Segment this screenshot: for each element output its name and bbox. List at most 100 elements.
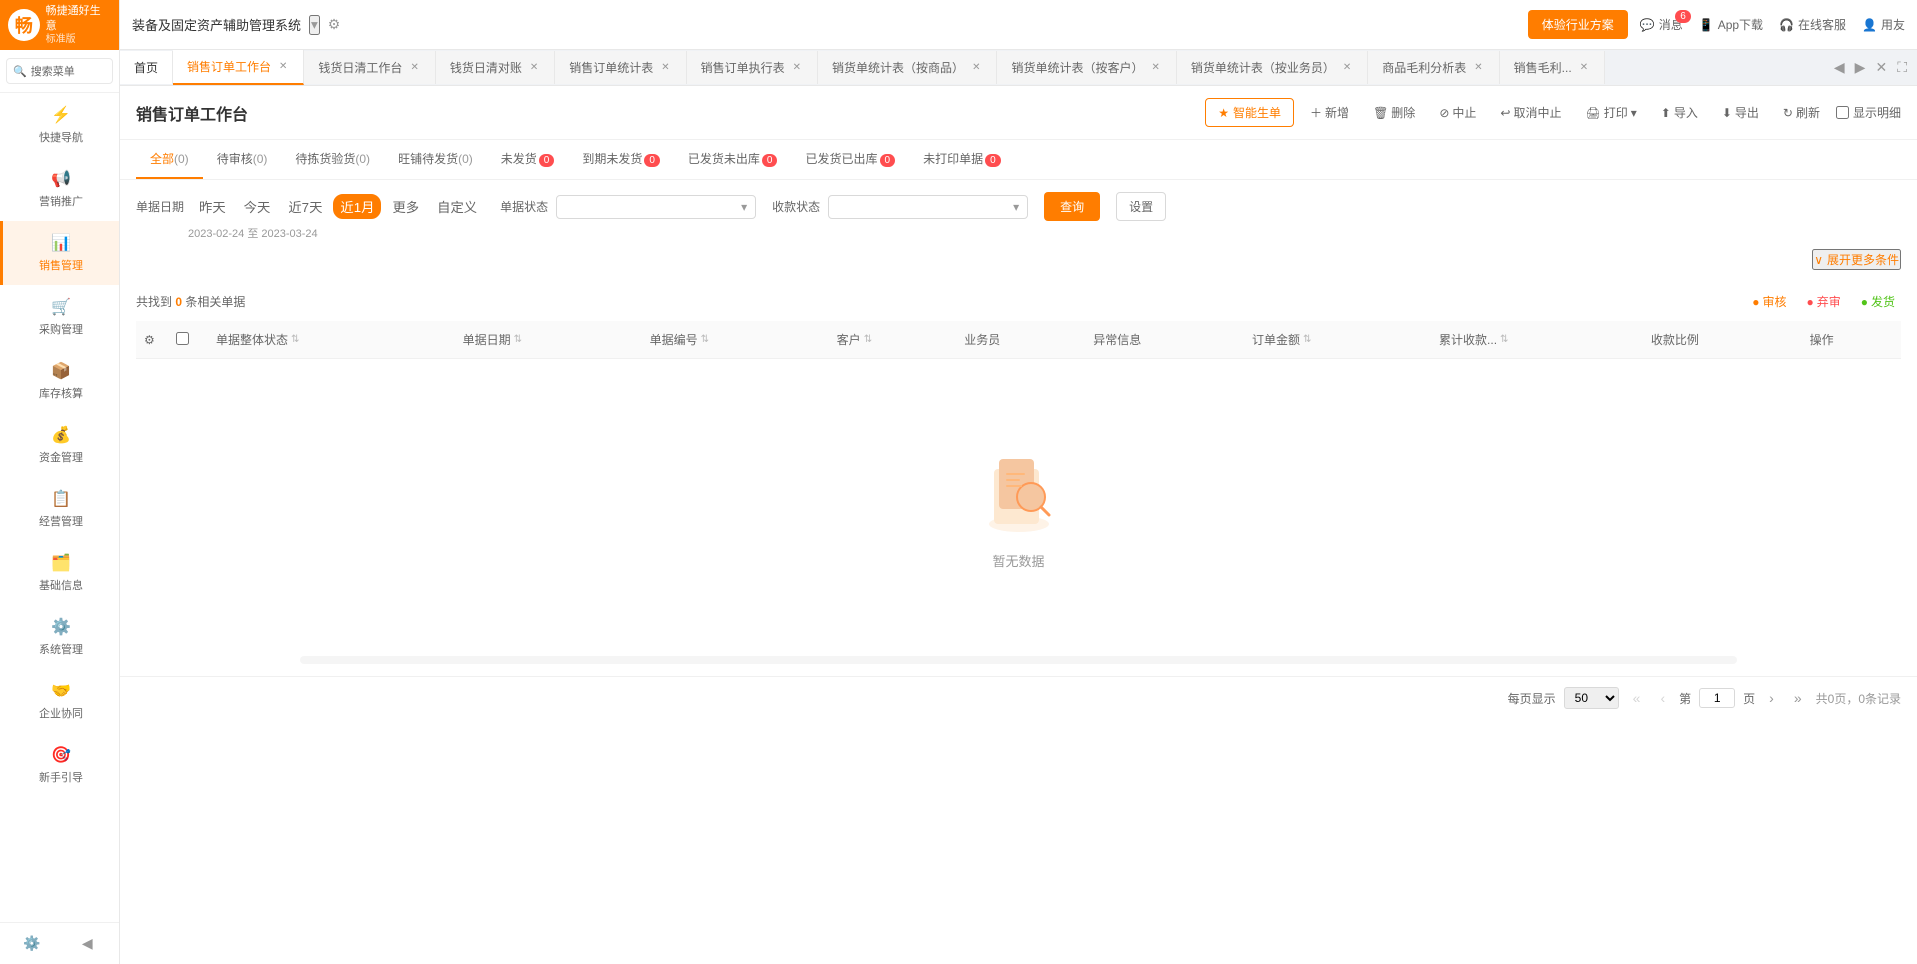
tab-sales-summary-staff[interactable]: 销货单统计表（按业务员） ✕ <box>1177 51 1368 84</box>
cancel-stop-button[interactable]: ↩ 取消中止 <box>1492 99 1569 126</box>
tab-close-sales-stats[interactable]: ✕ <box>659 61 671 74</box>
filter-tab-shipped-out[interactable]: 已发货已出库0 <box>791 140 909 179</box>
tab-product-margin[interactable]: 商品毛利分析表 ✕ <box>1368 51 1499 84</box>
sidebar-item-marketing[interactable]: 📢 营销推广 <box>0 157 119 221</box>
table-settings-icon[interactable]: ⚙ <box>144 333 155 347</box>
collapse-sidebar-button[interactable]: ◀ <box>64 931 112 956</box>
tab-close-cash-daily[interactable]: ✕ <box>408 61 420 74</box>
filter-tab-expired-not-shipped[interactable]: 到期未发货0 <box>568 140 674 179</box>
tab-prev-button[interactable]: ◀ <box>1830 55 1849 80</box>
export-button[interactable]: ⬇ 导出 <box>1714 99 1767 126</box>
tab-close-cash-goods[interactable]: ✕ <box>528 61 540 74</box>
refresh-button[interactable]: ↻ 刷新 <box>1775 99 1828 126</box>
tab-cash-daily[interactable]: 钱货日清工作台 ✕ <box>304 51 435 84</box>
tab-sales-workbench[interactable]: 销售订单工作台 ✕ <box>173 50 304 85</box>
tab-close-summary-staff[interactable]: ✕ <box>1341 61 1353 74</box>
date-btn-1month[interactable]: 近1月 <box>333 194 381 219</box>
sidebar-item-quick-nav[interactable]: ⚡ 快捷导航 <box>0 93 119 157</box>
stop-button[interactable]: ⊘ 中止 <box>1431 99 1484 126</box>
logo-text: 畅捷通好生意 标准版 <box>46 4 111 46</box>
batch-approve-button[interactable]: ● 审核 <box>1746 290 1792 313</box>
sort-customer[interactable]: 客户 ⇅ <box>837 331 949 348</box>
tab-close-current-button[interactable]: ✕ <box>1871 55 1891 80</box>
sidebar-item-basic[interactable]: 🗂️ 基础信息 <box>0 541 119 605</box>
filter-tab-not-shipped[interactable]: 未发货0 <box>487 140 569 179</box>
expand-conditions-button[interactable]: ∨ 展开更多条件 <box>1812 249 1901 270</box>
tab-sales-summary-product[interactable]: 销货单统计表（按商品） ✕ <box>818 51 997 84</box>
filter-tab-not-printed[interactable]: 未打印单据0 <box>909 140 1015 179</box>
filter-tab-pending-review[interactable]: 待审核(0) <box>203 140 282 179</box>
system-dropdown-button[interactable]: ▾ <box>309 15 320 35</box>
sort-status[interactable]: 单据整体状态 ⇅ <box>216 331 447 348</box>
show-detail-checkbox[interactable]: 显示明细 <box>1836 104 1901 121</box>
sidebar-item-finance[interactable]: 💰 资金管理 <box>0 413 119 477</box>
tab-close-summary-customer[interactable]: ✕ <box>1149 61 1161 74</box>
finance-icon: 💰 <box>51 425 71 445</box>
status-select[interactable]: ▾ <box>556 195 756 219</box>
setting-button[interactable]: 设置 <box>1116 192 1166 221</box>
tab-expand-button[interactable]: ⛶ <box>1893 55 1911 80</box>
status-filter-field: 单据状态 ▾ <box>500 195 756 219</box>
delete-button[interactable]: 🗑 删除 <box>1365 99 1423 126</box>
select-all-checkbox[interactable] <box>176 332 189 345</box>
print-button[interactable]: 🖨 打印 ▾ <box>1577 99 1644 126</box>
sort-number[interactable]: 单据编号 ⇅ <box>650 331 821 348</box>
date-btn-today[interactable]: 今天 <box>237 194 278 219</box>
next-page-button[interactable]: › <box>1763 687 1780 709</box>
page-title: 销售订单工作台 <box>136 101 248 125</box>
batch-ship-button[interactable]: ● 发货 <box>1855 290 1901 313</box>
message-button[interactable]: 💬 消息 6 <box>1640 16 1683 33</box>
tab-sales-stats[interactable]: 销售订单统计表 ✕ <box>555 51 686 84</box>
tab-close-sales-more[interactable]: ✕ <box>1578 61 1590 74</box>
sidebar-item-sales[interactable]: 📊 销售管理 <box>0 221 119 285</box>
query-button[interactable]: 查询 <box>1044 192 1100 221</box>
search-menu-button[interactable]: 🔍 搜索菜单 <box>6 58 113 84</box>
horizontal-scrollbar[interactable] <box>300 656 1738 664</box>
tab-sales-more[interactable]: 销售毛利... ✕ <box>1500 51 1605 84</box>
show-detail-input[interactable] <box>1836 106 1849 119</box>
online-service-button[interactable]: 🎧 在线客服 <box>1779 16 1846 33</box>
sidebar-item-guide[interactable]: 🎯 新手引导 <box>0 733 119 797</box>
filter-tab-shipped-not-out[interactable]: 已发货未出库0 <box>674 140 792 179</box>
add-button[interactable]: ＋ 新增 <box>1302 99 1357 126</box>
sort-date[interactable]: 单据日期 ⇅ <box>463 331 634 348</box>
sidebar-item-operation[interactable]: 📋 经营管理 <box>0 477 119 541</box>
sidebar-item-cooperation[interactable]: 🤝 企业协同 <box>0 669 119 733</box>
smart-create-button[interactable]: ★ 智能生单 <box>1205 98 1294 127</box>
tab-sales-exec[interactable]: 销售订单执行表 ✕ <box>687 51 818 84</box>
prev-page-button[interactable]: ‹ <box>1654 687 1671 709</box>
date-btn-yesterday[interactable]: 昨天 <box>192 194 233 219</box>
filter-tab-all[interactable]: 全部(0) <box>136 140 203 179</box>
page-size-select[interactable]: 50 10 20 100 <box>1564 687 1619 709</box>
filter-tab-pending-inspect[interactable]: 待拣货验货(0) <box>281 140 384 179</box>
tab-close-sales-exec[interactable]: ✕ <box>791 61 803 74</box>
filter-tab-wangpu[interactable]: 旺铺待发货(0) <box>384 140 487 179</box>
sidebar-item-system[interactable]: ⚙️ 系统管理 <box>0 605 119 669</box>
tab-next-button[interactable]: ▶ <box>1851 55 1870 80</box>
user-menu-button[interactable]: 👤 用友 <box>1862 16 1905 33</box>
batch-reject-button[interactable]: ● 弃审 <box>1800 290 1846 313</box>
app-download-button[interactable]: 📱 App下载 <box>1699 16 1763 33</box>
date-btn-7days[interactable]: 近7天 <box>281 194 329 219</box>
page-number-input[interactable] <box>1699 688 1735 708</box>
tab-sales-summary-customer[interactable]: 销货单统计表（按客户） ✕ <box>997 51 1176 84</box>
tab-cash-goods[interactable]: 钱货日清对账 ✕ <box>436 51 555 84</box>
tab-close-sales-workbench[interactable]: ✕ <box>277 60 289 73</box>
import-button[interactable]: ⬆ 导入 <box>1653 99 1706 126</box>
tab-close-product-margin[interactable]: ✕ <box>1472 61 1484 74</box>
date-btn-custom[interactable]: 自定义 <box>430 194 484 219</box>
stop-icon: ⊘ <box>1439 106 1449 120</box>
last-page-button[interactable]: » <box>1788 687 1808 709</box>
date-btn-more[interactable]: 更多 <box>385 194 426 219</box>
settings-bottom-button[interactable]: ⚙️ <box>8 931 56 956</box>
tab-home[interactable]: 首页 <box>120 51 173 84</box>
settings-icon[interactable]: ⚙ <box>328 16 341 33</box>
industry-solution-button[interactable]: 体验行业方案 <box>1528 10 1628 39</box>
sidebar-item-inventory[interactable]: 📦 库存核算 <box>0 349 119 413</box>
first-page-button[interactable]: « <box>1627 687 1647 709</box>
sidebar-item-purchase[interactable]: 🛒 采购管理 <box>0 285 119 349</box>
payment-select[interactable]: ▾ <box>828 195 1028 219</box>
tab-close-summary-product[interactable]: ✕ <box>970 61 982 74</box>
sort-collected[interactable]: 累计收款... ⇅ <box>1439 331 1635 348</box>
sort-amount[interactable]: 订单金额 ⇅ <box>1252 331 1423 348</box>
